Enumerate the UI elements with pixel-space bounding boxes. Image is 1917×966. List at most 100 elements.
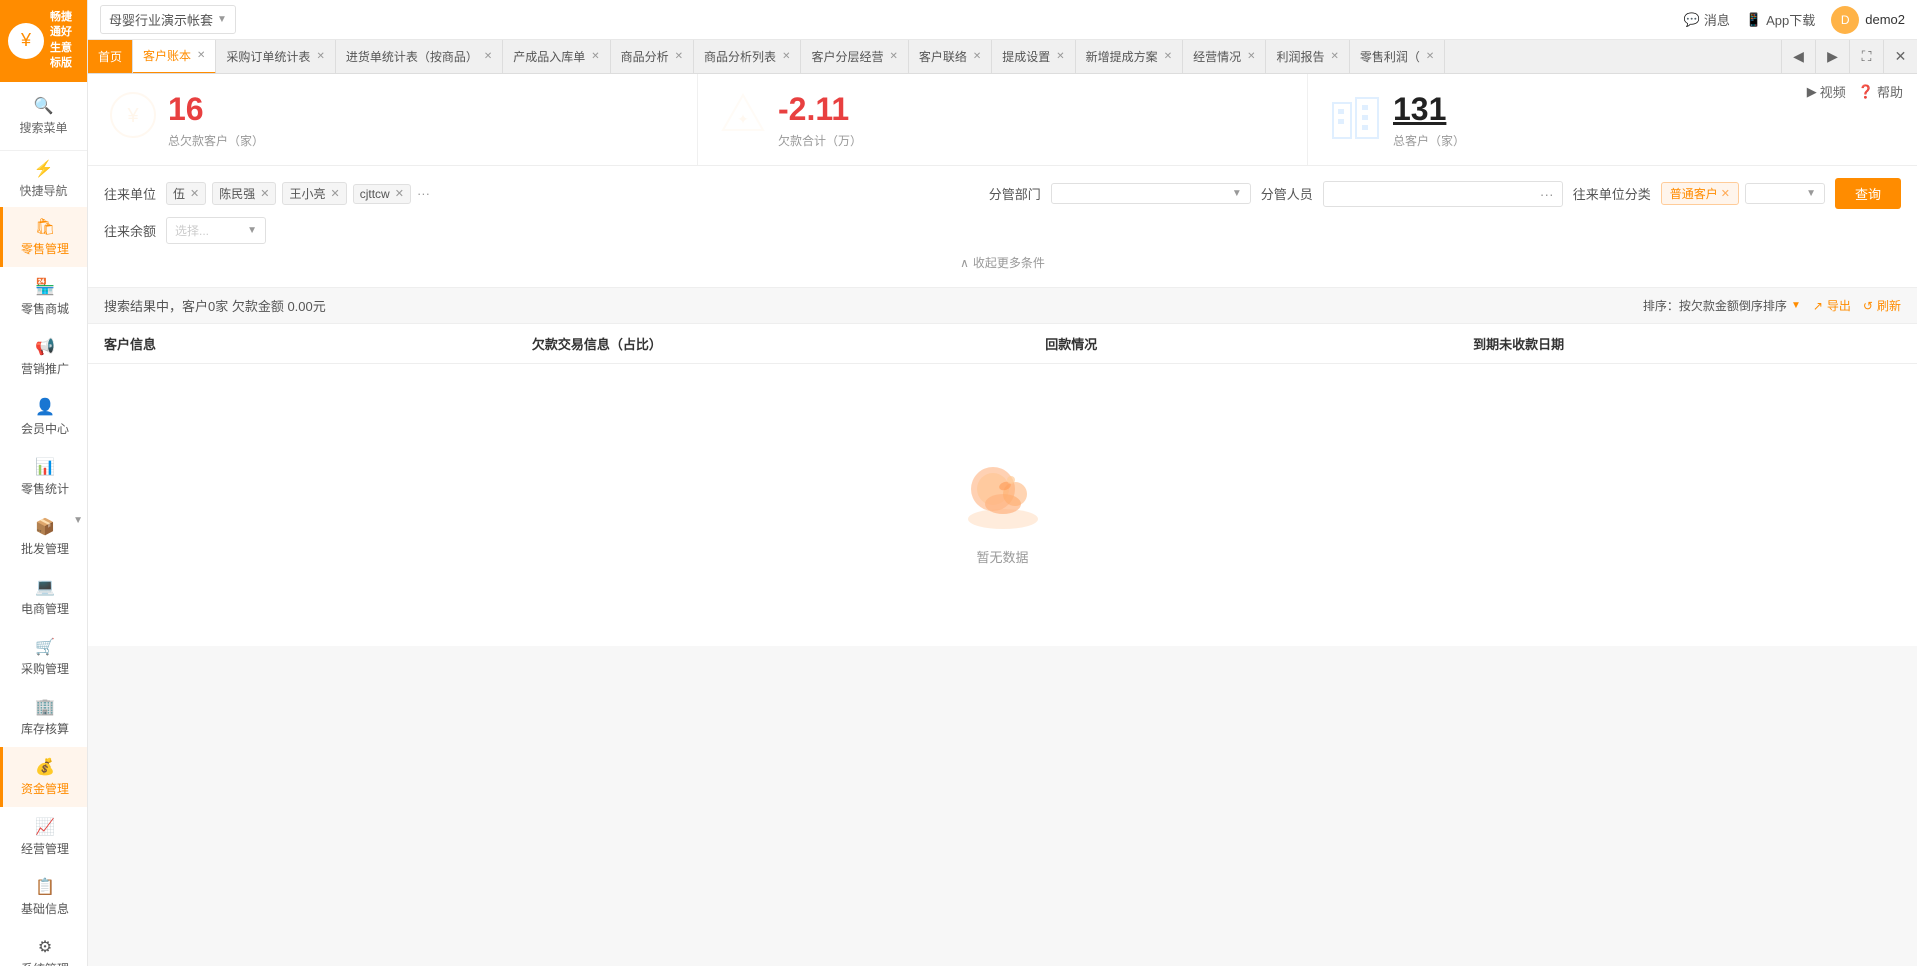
user-menu[interactable]: D demo2 — [1831, 6, 1905, 34]
tab-home[interactable]: 首页 — [88, 40, 133, 74]
sidebar-item-purchase[interactable]: 🛒 采购管理 — [0, 627, 87, 687]
finance-icon: 💰 — [35, 757, 55, 777]
tab-close-icon[interactable]: ✕ — [889, 51, 897, 62]
tab-close-icon[interactable]: ✕ — [316, 51, 324, 62]
tab-close-icon[interactable]: ✕ — [197, 50, 205, 61]
tab-next-button[interactable]: ▶ — [1815, 40, 1849, 74]
sidebar-item-retail-stat[interactable]: 📊 零售统计 — [0, 447, 87, 507]
amount-label: 往来余额 — [104, 221, 156, 240]
classify-filter: 普通客户 ✕ ▼ — [1661, 182, 1825, 205]
grid-icon: ⚡ — [34, 159, 54, 179]
tabs-bar: 首页 客户账本 ✕ 采购订单统计表 ✕ 进货单统计表（按商品） ✕ 产成品入库单… — [88, 40, 1917, 74]
classify-arrow-icon: ▼ — [1806, 188, 1816, 199]
tab-fullscreen-button[interactable]: ⛶ — [1849, 40, 1883, 74]
sidebar-item-retail-mall[interactable]: 🏪 零售商城 — [0, 267, 87, 327]
result-info: 搜索结果中，客户0家 欠款金额 0.00元 — [104, 296, 326, 315]
tab-retail-profit[interactable]: 零售利润（ ✕ — [1350, 40, 1445, 74]
sidebar-item-ecom[interactable]: 💻 电商管理 — [0, 567, 87, 627]
sort-select[interactable]: 排序：按欠款金额倒序排序 ▼ — [1643, 297, 1801, 314]
tab-close-icon[interactable]: ✕ — [1331, 51, 1339, 62]
tab-add-commission[interactable]: 新增提成方案 ✕ — [1076, 40, 1183, 74]
tab-close-icon[interactable]: ✕ — [675, 51, 683, 62]
refresh-icon: ↺ — [1863, 299, 1873, 313]
remove-tag-cjttcw[interactable]: ✕ — [395, 187, 404, 200]
result-bar: 搜索结果中，客户0家 欠款金额 0.00元 排序：按欠款金额倒序排序 ▼ ↗ 导… — [88, 288, 1917, 324]
sidebar-item-basic[interactable]: 📋 基础信息 — [0, 867, 87, 927]
search-menu-button[interactable]: 🔍 搜索菜单 — [10, 90, 77, 142]
refresh-button[interactable]: ↺ 刷新 — [1863, 297, 1901, 314]
tab-close-icon[interactable]: ✕ — [782, 51, 790, 62]
messages-button[interactable]: 💬 消息 — [1684, 10, 1730, 29]
stat-debt-customers: ¥ 16 总欠款客户（家） — [88, 74, 698, 165]
batch-icon: 📦 — [35, 517, 55, 537]
collapse-icon: ∧ — [960, 256, 969, 270]
video-button[interactable]: ▶ 视频 — [1807, 82, 1846, 101]
tab-close-icon[interactable]: ✕ — [1164, 51, 1172, 62]
tab-profit-report[interactable]: 利润报告 ✕ — [1266, 40, 1349, 74]
sidebar-item-batch-mgmt[interactable]: 📦 批发管理 ▼ — [0, 507, 87, 567]
search-icon: 🔍 — [34, 96, 54, 116]
collapse-button[interactable]: ∧ 收起更多条件 — [952, 250, 1053, 275]
tab-close-icon[interactable]: ✕ — [1247, 51, 1255, 62]
sidebar-item-finance[interactable]: 💰 资金管理 — [0, 747, 87, 807]
sidebar-item-marketing[interactable]: 📢 营销推广 — [0, 327, 87, 387]
collapse-area: ∧ 收起更多条件 — [104, 250, 1901, 275]
expand-icon: ▼ — [73, 515, 83, 526]
sidebar-item-retail-mgmt[interactable]: 🛍 零售管理 — [0, 207, 87, 267]
stats-bar: ¥ 16 总欠款客户（家） ✦ -2.11 欠款合计（万） — [88, 74, 1917, 166]
amount-select[interactable]: 选择... ▼ — [166, 217, 266, 244]
tab-commission-setting[interactable]: 提成设置 ✕ — [992, 40, 1075, 74]
tab-close-icon[interactable]: ✕ — [591, 51, 599, 62]
people-select[interactable]: ··· — [1323, 181, 1563, 207]
sidebar-item-member[interactable]: 👤 会员中心 — [0, 387, 87, 447]
classify-select[interactable]: ▼ — [1745, 183, 1825, 204]
filter-tag-cjttcw: cjttcw ✕ — [353, 184, 411, 204]
tab-close-all-button[interactable]: ✕ — [1883, 40, 1917, 74]
export-button[interactable]: ↗ 导出 — [1813, 297, 1851, 314]
tab-product-analysis-list[interactable]: 商品分析列表 ✕ — [694, 40, 801, 74]
tab-customer-layer[interactable]: 客户分层经营 ✕ — [801, 40, 908, 74]
filter-tags: 伍 ✕ 陈民强 ✕ 王小亮 ✕ cjttcw ✕ ··· — [166, 182, 979, 205]
empty-text: 暂无数据 — [976, 547, 1028, 566]
account-selector[interactable]: 母婴行业演示帐套 ▼ — [100, 5, 236, 34]
more-tags-button[interactable]: ··· — [417, 186, 430, 201]
people-more-icon[interactable]: ··· — [1540, 186, 1554, 202]
page-content: ▶ 视频 ❓ 帮助 ¥ 16 总欠款客户（家） — [88, 74, 1917, 966]
remove-tag-wu[interactable]: ✕ — [190, 187, 199, 200]
tab-close-icon[interactable]: ✕ — [1056, 51, 1064, 62]
dept-select[interactable]: ▼ — [1051, 183, 1251, 204]
sidebar-item-inventory[interactable]: 🏢 库存核算 — [0, 687, 87, 747]
sidebar-logo[interactable]: ¥ 畅捷通好生意 标版 — [0, 0, 87, 82]
col-customer-info: 客户信息 — [104, 334, 532, 353]
tab-customer-contact[interactable]: 客户联络 ✕ — [909, 40, 992, 74]
tab-prev-button[interactable]: ◀ — [1781, 40, 1815, 74]
inventory-icon: 🏢 — [35, 697, 55, 717]
remove-tag-chen[interactable]: ✕ — [260, 187, 269, 200]
tab-biz-situation[interactable]: 经营情况 ✕ — [1183, 40, 1266, 74]
basic-icon: 📋 — [35, 877, 55, 897]
ecom-icon: 💻 — [35, 577, 55, 597]
tab-purchase-order-stat[interactable]: 采购订单统计表 ✕ — [216, 40, 335, 74]
controls-area: 往来单位 伍 ✕ 陈民强 ✕ 王小亮 ✕ cjttcw — [88, 166, 1917, 288]
unit-label: 往来单位 — [104, 184, 156, 203]
tab-customer-account[interactable]: 客户账本 ✕ — [133, 40, 216, 74]
stat-value-1: 16 — [168, 90, 264, 128]
remove-tag-wang[interactable]: ✕ — [331, 187, 340, 200]
sidebar-item-system[interactable]: ⚙ 系统管理 — [0, 927, 87, 966]
tab-goods-inbound-stat[interactable]: 进货单统计表（按商品） ✕ — [336, 40, 503, 74]
help-button[interactable]: ❓ 帮助 — [1858, 82, 1903, 101]
stat-icon-1: ¥ — [108, 90, 158, 149]
query-button[interactable]: 查询 — [1835, 178, 1901, 209]
tab-close-icon[interactable]: ✕ — [1426, 51, 1434, 62]
filter-row-1: 往来单位 伍 ✕ 陈民强 ✕ 王小亮 ✕ cjttcw — [104, 178, 1901, 209]
app-download-button[interactable]: 📱 App下载 — [1746, 10, 1815, 29]
topbar-right: 💬 消息 📱 App下载 D demo2 — [1684, 6, 1905, 34]
tab-product-analysis[interactable]: 商品分析 ✕ — [611, 40, 694, 74]
tab-product-inbound[interactable]: 产成品入库单 ✕ — [503, 40, 610, 74]
tab-close-icon[interactable]: ✕ — [484, 51, 492, 62]
stat-label-2: 欠款合计（万） — [778, 132, 862, 149]
remove-classify-tag[interactable]: ✕ — [1721, 187, 1730, 200]
tab-close-icon[interactable]: ✕ — [973, 51, 981, 62]
quick-nav-button[interactable]: ⚡ 快捷导航 — [0, 151, 87, 207]
sidebar-item-biz[interactable]: 📈 经营管理 — [0, 807, 87, 867]
